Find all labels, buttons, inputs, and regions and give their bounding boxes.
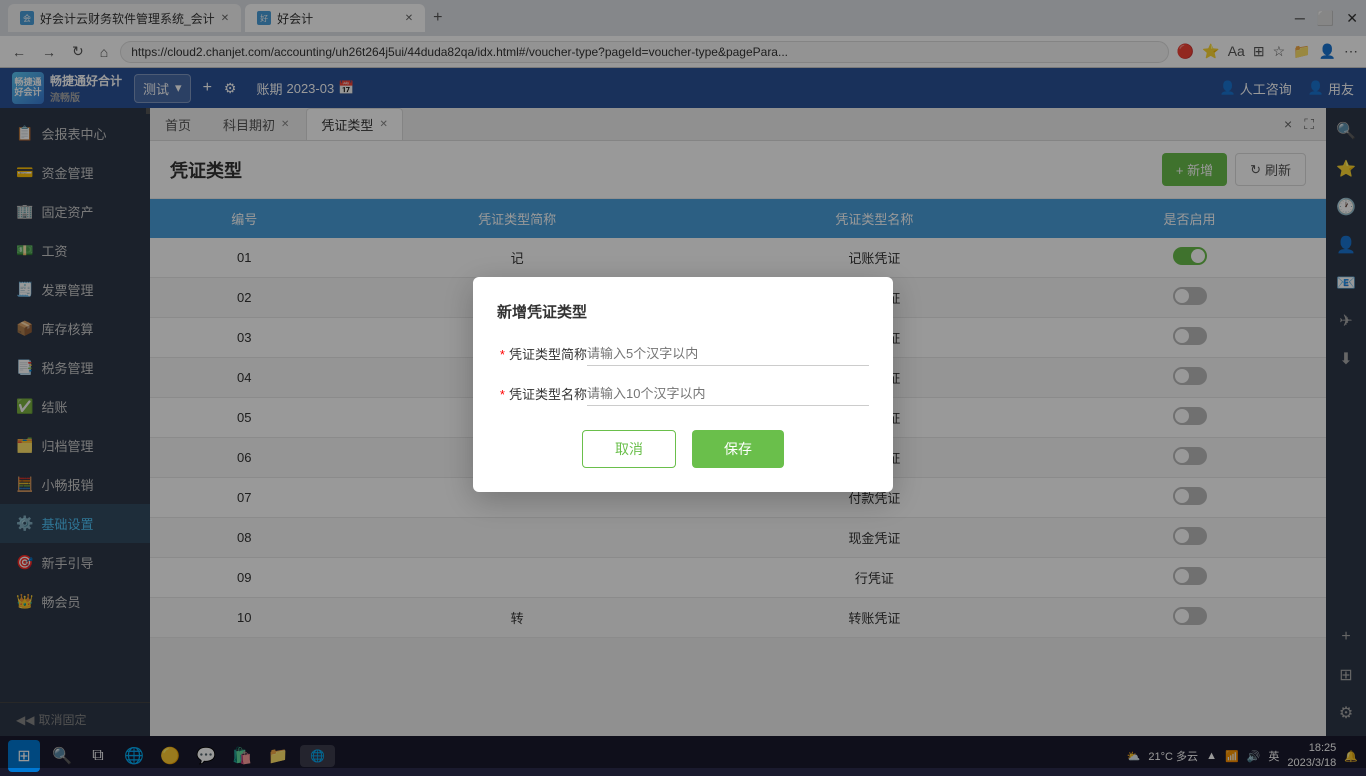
dialog-overlay: 新增凭证类型 *凭证类型简称 *凭证类型名称 取消 保存 (0, 0, 1366, 768)
name-input[interactable] (587, 382, 869, 406)
name-required: * (500, 387, 505, 402)
dialog-actions: 取消 保存 (497, 430, 869, 468)
abbr-form-group: *凭证类型简称 (497, 342, 869, 366)
save-button[interactable]: 保存 (692, 430, 784, 468)
add-voucher-dialog: 新增凭证类型 *凭证类型简称 *凭证类型名称 取消 保存 (473, 277, 893, 492)
dialog-title: 新增凭证类型 (497, 301, 869, 322)
abbr-input[interactable] (587, 342, 869, 366)
name-label: *凭证类型名称 (497, 384, 587, 403)
abbr-label: *凭证类型简称 (497, 344, 587, 363)
name-form-group: *凭证类型名称 (497, 382, 869, 406)
cancel-button[interactable]: 取消 (582, 430, 676, 468)
abbr-required: * (500, 347, 505, 362)
